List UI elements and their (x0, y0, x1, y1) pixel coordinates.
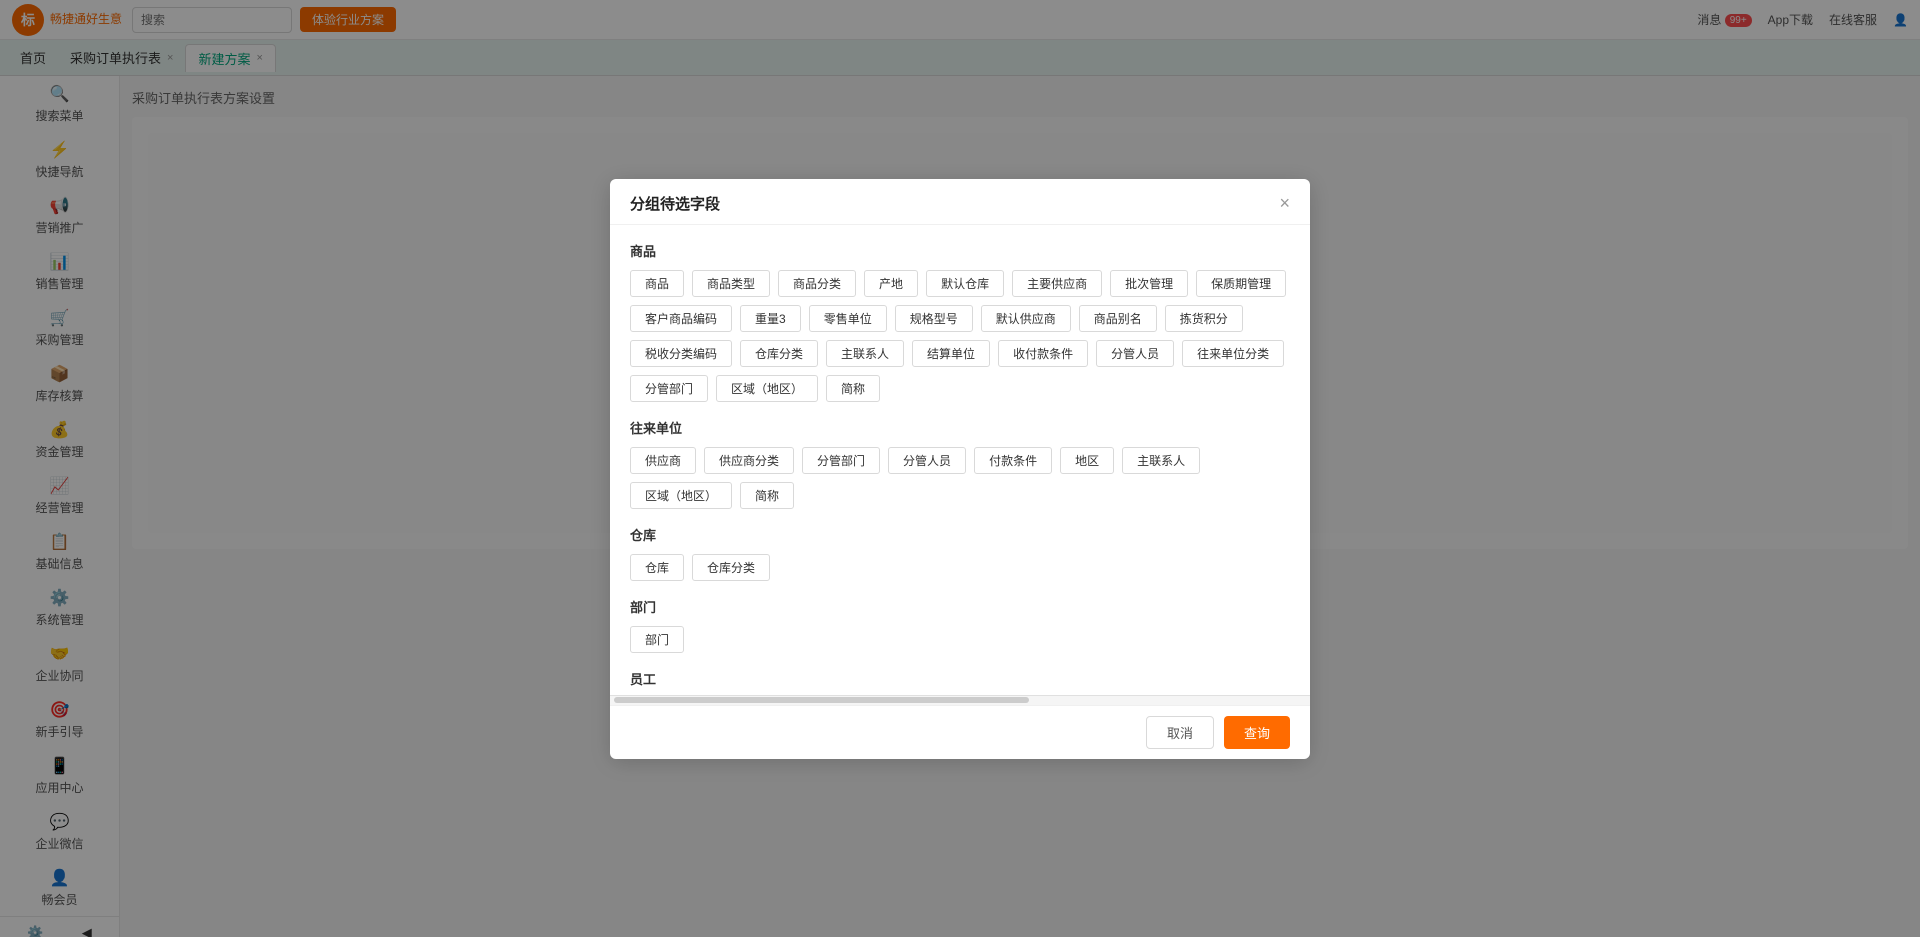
field-tag-batch-manage[interactable]: 批次管理 (1110, 270, 1188, 297)
confirm-button[interactable]: 查询 (1224, 716, 1290, 749)
scrollbar-thumb (614, 697, 1029, 703)
modal-header: 分组待选字段 × (610, 179, 1310, 225)
field-tag-pick-points[interactable]: 拣货积分 (1165, 305, 1243, 332)
field-tag-payment-terms[interactable]: 收付款条件 (998, 340, 1088, 367)
field-tag-customer-code[interactable]: 客户商品编码 (630, 305, 732, 332)
cancel-button[interactable]: 取消 (1146, 716, 1214, 749)
section-employee-title: 员工 (630, 669, 1290, 688)
field-selection-modal: 分组待选字段 × 商品 商品 商品类型 商品分类 产地 默认仓库 主要供应商 批… (610, 179, 1310, 759)
field-tag-dept-manage2[interactable]: 分管部门 (802, 447, 880, 474)
field-tag-abbr[interactable]: 简称 (826, 375, 880, 402)
field-tag-product-alias[interactable]: 商品别名 (1079, 305, 1157, 332)
section-warehouse: 仓库 仓库 仓库分类 (630, 525, 1290, 581)
section-dept-fields: 部门 (630, 626, 1290, 653)
modal-title: 分组待选字段 (630, 193, 720, 214)
section-warehouse-title: 仓库 (630, 525, 1290, 544)
field-tag-abbr2[interactable]: 简称 (740, 482, 794, 509)
field-tag-product[interactable]: 商品 (630, 270, 684, 297)
field-tag-dept[interactable]: 部门 (630, 626, 684, 653)
field-tag-spec-model[interactable]: 规格型号 (895, 305, 973, 332)
field-tag-origin[interactable]: 产地 (864, 270, 918, 297)
section-counterpart: 往来单位 供应商 供应商分类 分管部门 分管人员 付款条件 地区 主联系人 区域… (630, 418, 1290, 509)
field-tag-default-warehouse[interactable]: 默认仓库 (926, 270, 1004, 297)
field-tag-warehouse-cat[interactable]: 仓库分类 (692, 554, 770, 581)
field-tag-region2[interactable]: 区域（地区） (630, 482, 732, 509)
modal-footer: 取消 查询 (610, 705, 1310, 759)
section-employee: 员工 业务员 (630, 669, 1290, 695)
modal-close-btn[interactable]: × (1279, 194, 1290, 212)
section-dept: 部门 部门 (630, 597, 1290, 653)
field-tag-region[interactable]: 区域（地区） (716, 375, 818, 402)
field-tag-product-type[interactable]: 商品类型 (692, 270, 770, 297)
field-tag-tax-code[interactable]: 税收分类编码 (630, 340, 732, 367)
field-tag-supervisor[interactable]: 分管人员 (1096, 340, 1174, 367)
section-product-title: 商品 (630, 241, 1290, 260)
field-tag-supplier-category[interactable]: 供应商分类 (704, 447, 794, 474)
section-dept-title: 部门 (630, 597, 1290, 616)
field-tag-product-category[interactable]: 商品分类 (778, 270, 856, 297)
field-tag-warehouse[interactable]: 仓库 (630, 554, 684, 581)
field-tag-payment-cond[interactable]: 付款条件 (974, 447, 1052, 474)
field-tag-expiry-manage[interactable]: 保质期管理 (1196, 270, 1286, 297)
field-tag-main-supplier[interactable]: 主要供应商 (1012, 270, 1102, 297)
field-tag-dept-manage[interactable]: 分管部门 (630, 375, 708, 402)
modal-body: 商品 商品 商品类型 商品分类 产地 默认仓库 主要供应商 批次管理 保质期管理… (610, 225, 1310, 695)
modal-overlay: 分组待选字段 × 商品 商品 商品类型 商品分类 产地 默认仓库 主要供应商 批… (0, 0, 1920, 937)
section-product: 商品 商品 商品类型 商品分类 产地 默认仓库 主要供应商 批次管理 保质期管理… (630, 241, 1290, 402)
field-tag-supervisor2[interactable]: 分管人员 (888, 447, 966, 474)
section-product-fields: 商品 商品类型 商品分类 产地 默认仓库 主要供应商 批次管理 保质期管理 客户… (630, 270, 1290, 402)
field-tag-default-supplier[interactable]: 默认供应商 (981, 305, 1071, 332)
field-tag-main-contact[interactable]: 主联系人 (826, 340, 904, 367)
field-tag-supplier[interactable]: 供应商 (630, 447, 696, 474)
section-counterpart-title: 往来单位 (630, 418, 1290, 437)
field-tag-main-contact2[interactable]: 主联系人 (1122, 447, 1200, 474)
section-counterpart-fields: 供应商 供应商分类 分管部门 分管人员 付款条件 地区 主联系人 区域（地区） … (630, 447, 1290, 509)
field-tag-retail-unit[interactable]: 零售单位 (809, 305, 887, 332)
section-warehouse-fields: 仓库 仓库分类 (630, 554, 1290, 581)
field-tag-area[interactable]: 地区 (1060, 447, 1114, 474)
field-tag-counterpart-category[interactable]: 往来单位分类 (1182, 340, 1284, 367)
field-tag-warehouse-category[interactable]: 仓库分类 (740, 340, 818, 367)
field-tag-settlement-unit[interactable]: 结算单位 (912, 340, 990, 367)
modal-scrollbar-x[interactable] (610, 695, 1310, 705)
field-tag-weight3[interactable]: 重量3 (740, 305, 801, 332)
